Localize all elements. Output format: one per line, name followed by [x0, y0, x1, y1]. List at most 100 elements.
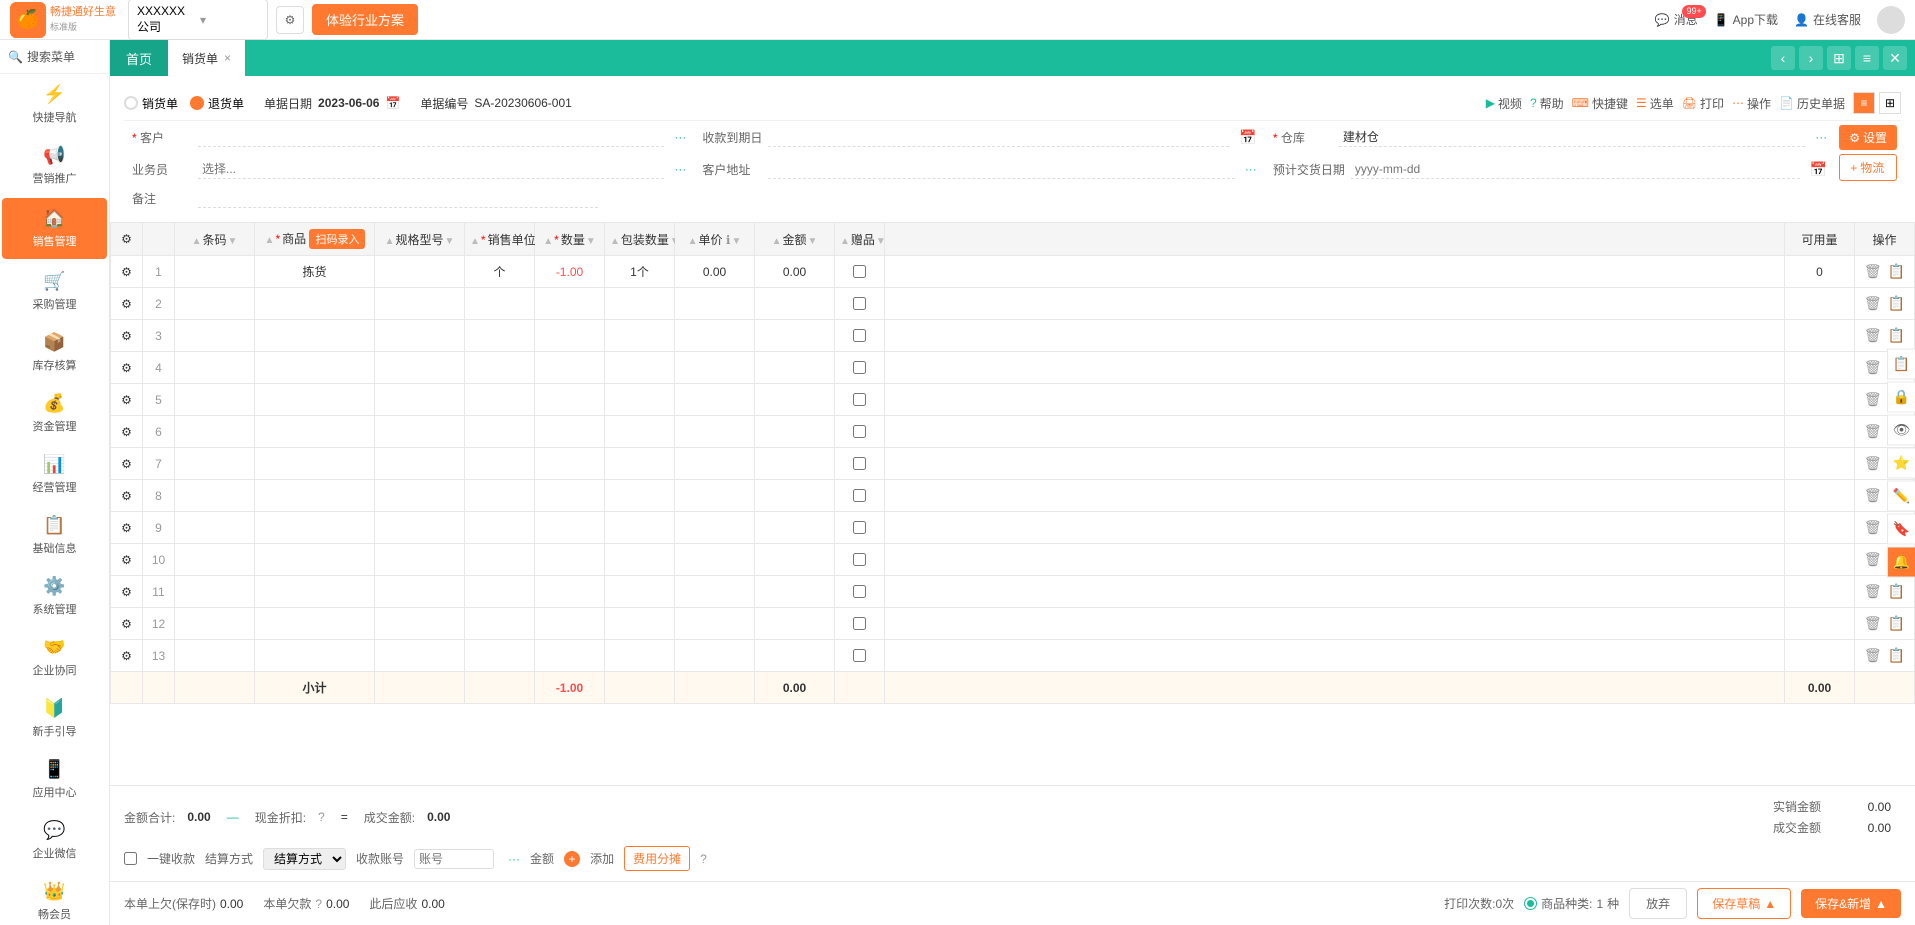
- copy-row-3[interactable]: 📋: [1888, 327, 1905, 344]
- shortcuts-btn[interactable]: ⌨ 快捷键: [1572, 95, 1628, 112]
- customer-dots[interactable]: ···: [674, 130, 686, 144]
- delete-row-13[interactable]: 🗑: [1864, 647, 1882, 664]
- product-type-radio[interactable]: [1524, 897, 1537, 910]
- online-service-btn[interactable]: 👤 在线客服: [1794, 11, 1861, 28]
- notes-input[interactable]: [198, 189, 598, 208]
- cell-settings-10[interactable]: ⚙: [111, 544, 143, 576]
- sort-product-up[interactable]: ▲: [265, 235, 275, 246]
- cell-amount-5[interactable]: [755, 384, 835, 416]
- delete-row-7[interactable]: 🗑: [1864, 455, 1882, 472]
- cell-spec-7[interactable]: [375, 448, 465, 480]
- copy-row-11[interactable]: 📋: [1888, 583, 1905, 600]
- cell-barcode-5[interactable]: [175, 384, 255, 416]
- cell-spec-9[interactable]: [375, 512, 465, 544]
- cell-gift-11[interactable]: [835, 576, 885, 608]
- cell-gift-12[interactable]: [835, 608, 885, 640]
- sort-amount-up[interactable]: ▲: [772, 236, 782, 247]
- cell-amount-6[interactable]: [755, 416, 835, 448]
- th-settings[interactable]: ⚙: [111, 223, 143, 256]
- cell-pack-7[interactable]: [605, 448, 675, 480]
- view-grid-btn[interactable]: ⊞: [1879, 92, 1901, 114]
- cell-amount-4[interactable]: [755, 352, 835, 384]
- cell-price-1[interactable]: 0.00: [675, 256, 755, 288]
- cell-settings-9[interactable]: ⚙: [111, 512, 143, 544]
- cell-spec-1[interactable]: [375, 256, 465, 288]
- payment-due-calendar-icon[interactable]: 📅: [1239, 129, 1256, 146]
- cell-gift-8[interactable]: [835, 480, 885, 512]
- cell-qty-13[interactable]: [535, 640, 605, 672]
- cell-unit-3[interactable]: [465, 320, 535, 352]
- cell-price-10[interactable]: [675, 544, 755, 576]
- account-input[interactable]: [414, 849, 494, 869]
- help-btn[interactable]: ? 帮助: [1530, 95, 1564, 112]
- sort-spec-down[interactable]: ▼: [445, 236, 455, 247]
- new-owed-info[interactable]: ?: [315, 897, 322, 911]
- cell-barcode-6[interactable]: [175, 416, 255, 448]
- cell-amount-1[interactable]: 0.00: [755, 256, 835, 288]
- sidebar-item-quick-nav[interactable]: ⚡ 快捷导航: [0, 74, 109, 135]
- cell-qty-7[interactable]: [535, 448, 605, 480]
- cell-product-3[interactable]: [255, 320, 375, 352]
- cell-spec-8[interactable]: [375, 480, 465, 512]
- cell-ops-11[interactable]: 🗑 📋: [1855, 576, 1915, 608]
- cell-product-8[interactable]: [255, 480, 375, 512]
- cell-barcode-1[interactable]: [175, 256, 255, 288]
- cell-qty-9[interactable]: [535, 512, 605, 544]
- cell-qty-2[interactable]: [535, 288, 605, 320]
- setting-button[interactable]: ⚙ 设置: [1839, 125, 1897, 150]
- cell-gift-10[interactable]: [835, 544, 885, 576]
- cell-pack-3[interactable]: [605, 320, 675, 352]
- abandon-button[interactable]: 放弃: [1629, 888, 1687, 919]
- cash-discount-info[interactable]: ?: [318, 810, 325, 824]
- sidebar-item-wechat[interactable]: 💬 企业微信: [0, 810, 109, 871]
- cell-unit-1[interactable]: 个: [465, 256, 535, 288]
- sort-barcode-down[interactable]: ▼: [228, 236, 238, 247]
- sort-price-up[interactable]: ▲: [688, 236, 698, 247]
- view-list-btn[interactable]: ≡: [1853, 92, 1875, 114]
- customer-input[interactable]: [198, 128, 664, 147]
- cell-price-11[interactable]: [675, 576, 755, 608]
- cell-qty-10[interactable]: [535, 544, 605, 576]
- cell-pack-6[interactable]: [605, 416, 675, 448]
- cell-unit-12[interactable]: [465, 608, 535, 640]
- sidebar-item-sales[interactable]: 🏠 销售管理: [2, 198, 107, 259]
- cell-pack-10[interactable]: [605, 544, 675, 576]
- user-avatar[interactable]: [1877, 6, 1905, 34]
- salesperson-input[interactable]: [198, 160, 664, 179]
- warehouse-dots[interactable]: ···: [1815, 130, 1827, 144]
- delivery-date-calendar-icon[interactable]: 📅: [1810, 161, 1827, 178]
- cell-settings-6[interactable]: ⚙: [111, 416, 143, 448]
- sidebar-item-operations[interactable]: 📊 经营管理: [0, 444, 109, 505]
- delete-row-10[interactable]: 🗑: [1864, 551, 1882, 568]
- sort-price-down[interactable]: ▼: [731, 236, 741, 247]
- cell-amount-13[interactable]: [755, 640, 835, 672]
- cell-unit-4[interactable]: [465, 352, 535, 384]
- save-new-button[interactable]: 保存&新增 ▲: [1801, 889, 1901, 918]
- float-clipboard-btn[interactable]: 📋: [1887, 348, 1915, 379]
- cell-barcode-3[interactable]: [175, 320, 255, 352]
- cell-spec-12[interactable]: [375, 608, 465, 640]
- cell-barcode-4[interactable]: [175, 352, 255, 384]
- copy-row-12[interactable]: 📋: [1888, 615, 1905, 632]
- customer-addr-input[interactable]: [768, 160, 1234, 179]
- cell-gift-6[interactable]: [835, 416, 885, 448]
- cell-gift-1[interactable]: [835, 256, 885, 288]
- cell-settings-3[interactable]: ⚙: [111, 320, 143, 352]
- cell-spec-3[interactable]: [375, 320, 465, 352]
- delete-row-2[interactable]: 🗑: [1864, 295, 1882, 312]
- cell-price-2[interactable]: [675, 288, 755, 320]
- cell-barcode-9[interactable]: [175, 512, 255, 544]
- sort-barcode-up[interactable]: ▲: [192, 236, 202, 247]
- copy-row-13[interactable]: 📋: [1888, 647, 1905, 664]
- cell-product-6[interactable]: [255, 416, 375, 448]
- cell-gift-5[interactable]: [835, 384, 885, 416]
- cell-spec-5[interactable]: [375, 384, 465, 416]
- sort-unit-up[interactable]: ▲: [470, 236, 480, 247]
- sidebar-item-system[interactable]: ⚙️ 系统管理: [0, 566, 109, 627]
- cell-barcode-12[interactable]: [175, 608, 255, 640]
- cell-qty-1[interactable]: -1.00: [535, 256, 605, 288]
- sidebar-item-enterprise[interactable]: 🤝 企业协同: [0, 627, 109, 688]
- cell-price-6[interactable]: [675, 416, 755, 448]
- sidebar-item-marketing[interactable]: 📢 营销推广: [0, 135, 109, 196]
- float-bell-btn[interactable]: 🔔: [1887, 546, 1915, 577]
